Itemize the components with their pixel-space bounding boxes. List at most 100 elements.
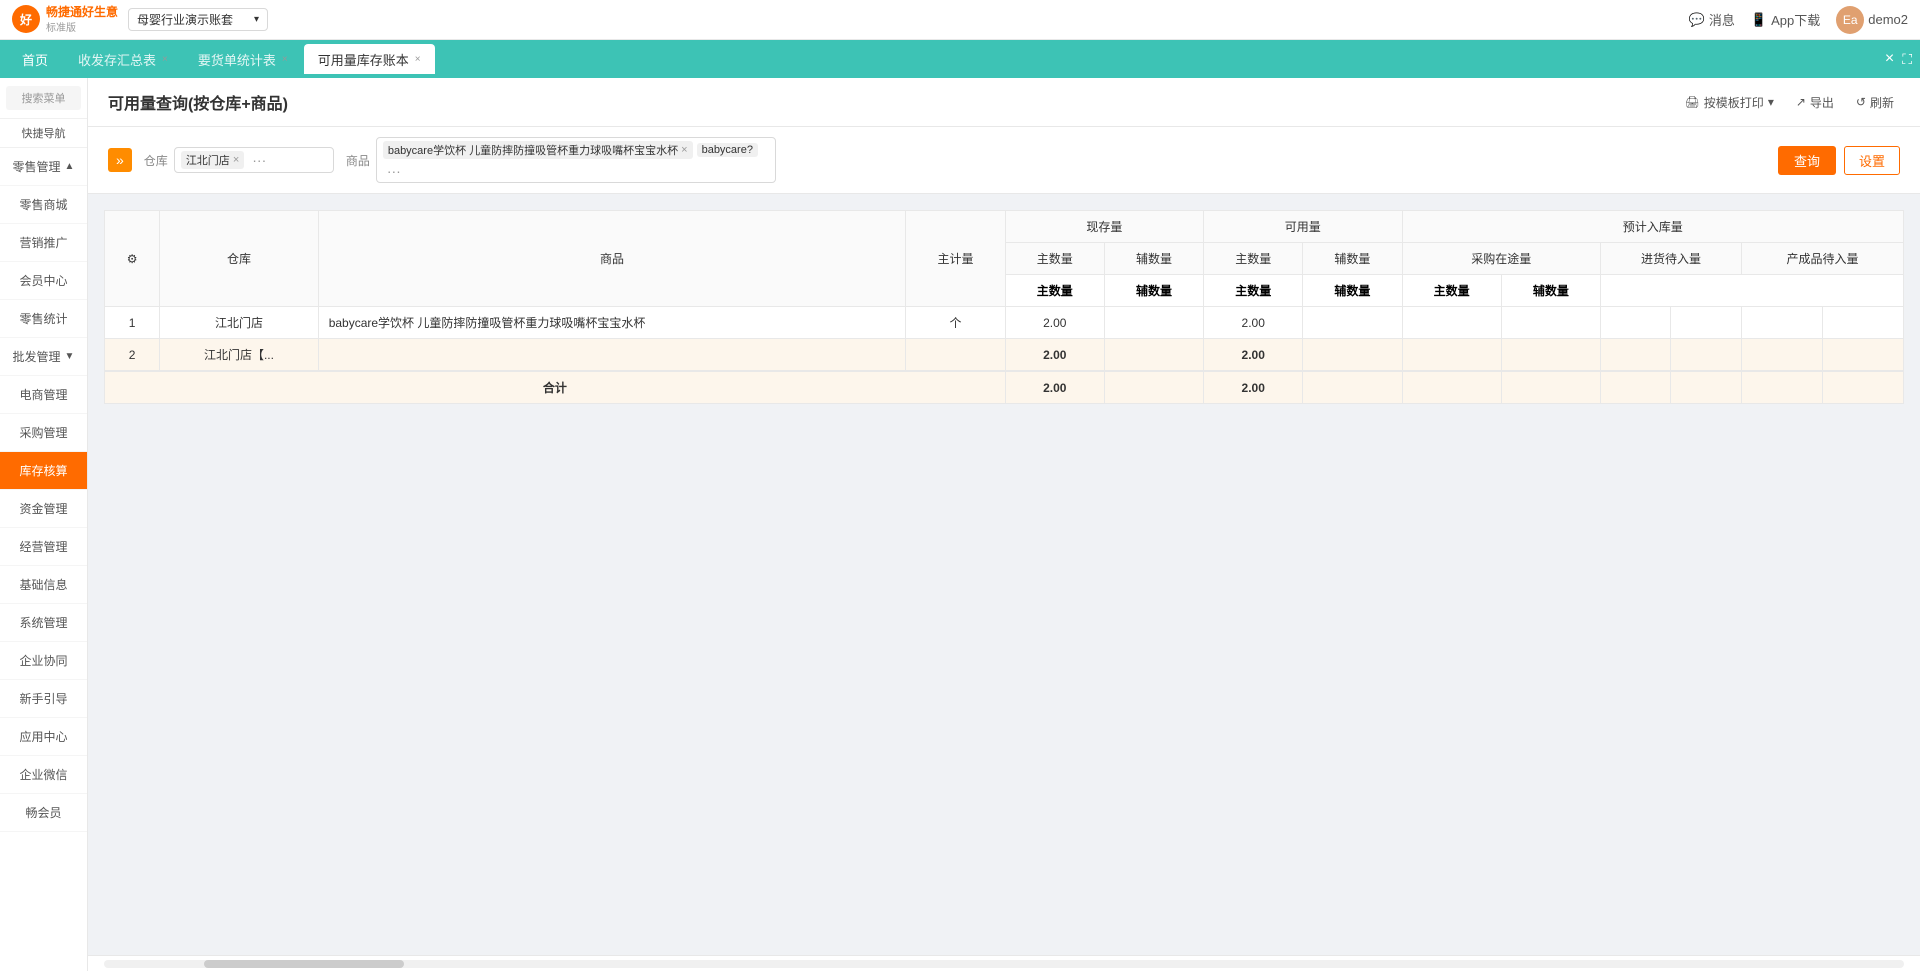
sidebar: 搜索菜单 快捷导航 零售管理 ▲ 零售商城 营销推广 会员中心 零售统计 批发管…: [0, 78, 88, 971]
row-fin-main-1: [1741, 307, 1822, 339]
filter-expand-button[interactable]: »: [108, 148, 132, 172]
sidebar-item-zero-mall[interactable]: 零售商城: [0, 186, 87, 224]
row-product-2: [318, 339, 906, 372]
tab-shoufayun-close[interactable]: ×: [162, 54, 168, 65]
sidebar-item-marketing[interactable]: 营销推广: [0, 224, 87, 262]
sidebar-item-inventory[interactable]: 库存核算: [0, 452, 87, 490]
sidebar-item-new-guide[interactable]: 新手引导: [0, 680, 87, 718]
tab-shoufayun[interactable]: 收发存汇总表 ×: [64, 44, 182, 74]
sidebar-item-enterprise-wx[interactable]: 企业微信: [0, 756, 87, 794]
product-tag-babycare2: babycare?: [697, 143, 758, 157]
product-more-button[interactable]: ···: [383, 163, 405, 179]
product-input[interactable]: babycare学饮杯 儿童防摔防撞吸管杯重力球吸嘴杯宝宝水杯 × babyca…: [376, 137, 776, 183]
row-pt-aux-1: [1501, 307, 1600, 339]
footer-pt-main: [1402, 371, 1501, 404]
refresh-label: 刷新: [1870, 94, 1894, 111]
row-pt-main-1: [1402, 307, 1501, 339]
footer-available-aux: [1303, 371, 1402, 404]
col-settings[interactable]: ⚙: [105, 211, 160, 307]
settings-button[interactable]: 设置: [1844, 146, 1900, 175]
tab-home-label: 首页: [22, 50, 48, 69]
sidebar-item-ecommerce[interactable]: 电商管理: [0, 376, 87, 414]
sidebar-item-finance[interactable]: 资金管理: [0, 490, 87, 528]
row-in-main-1: [1600, 307, 1670, 339]
row-pt-main-2: [1402, 339, 1501, 372]
template-print-button[interactable]: 🖨 按模板打印 ▾: [1679, 91, 1780, 114]
sidebar-item-basic-info[interactable]: 基础信息: [0, 566, 87, 604]
sidebar-item-zero-mall-label: 零售商城: [19, 196, 67, 213]
sidebar-item-enterprise[interactable]: 企业协同: [0, 642, 87, 680]
sidebar-search-area: 搜索菜单: [0, 78, 87, 119]
row-in-main-2: [1600, 339, 1670, 372]
tab-keyong[interactable]: 可用量库存账本 ×: [304, 44, 435, 74]
row-pt-aux-2: [1501, 339, 1600, 372]
product-tag-close[interactable]: ×: [681, 144, 687, 156]
quick-nav-button[interactable]: 快捷导航: [0, 119, 87, 148]
sidebar-item-app-center[interactable]: 应用中心: [0, 718, 87, 756]
export-label: 导出: [1810, 94, 1834, 111]
warehouse-filter-field: 仓库 江北门店 × ···: [144, 147, 334, 173]
filter-bar: » 仓库 江北门店 × ··· 商品 babycare学饮杯 儿童防摔防撞吸管杯…: [88, 127, 1920, 194]
page-header: 可用量查询(按仓库+商品) 🖨 按模板打印 ▾ ↗ 导出 ↺ 刷新: [88, 78, 1920, 127]
chevron-down-icon-print: ▾: [1768, 95, 1774, 109]
app-download-label: App下载: [1771, 10, 1820, 29]
app-icon: 📱: [1751, 12, 1767, 28]
warehouse-input[interactable]: 江北门店 × ···: [174, 147, 334, 173]
tab-yaohuo-close[interactable]: ×: [282, 54, 288, 65]
warehouse-more-button[interactable]: ···: [248, 152, 270, 168]
export-button[interactable]: ↗ 导出: [1790, 91, 1840, 114]
tab-keyong-close[interactable]: ×: [415, 54, 421, 65]
query-button[interactable]: 查询: [1778, 146, 1836, 175]
row-stock-aux-1: [1104, 307, 1203, 339]
sidebar-item-batch-mgmt[interactable]: 批发管理 ▼: [0, 338, 87, 376]
sidebar-item-member-plus-label: 畅会员: [25, 804, 61, 821]
col-in-main: 主数量: [1204, 275, 1303, 307]
col-in-aux: 辅数量: [1303, 275, 1402, 307]
industry-selector[interactable]: 母婴行业演示账套 ▾: [128, 8, 268, 31]
app-download-button[interactable]: 📱 App下载: [1751, 10, 1820, 29]
user-menu[interactable]: Ea demo2: [1836, 6, 1908, 34]
warehouse-label: 仓库: [144, 152, 168, 169]
chevron-down-icon-batch: ▼: [65, 351, 75, 362]
expand-button[interactable]: ⛶: [1902, 51, 1912, 68]
sidebar-item-member-plus[interactable]: 畅会员: [0, 794, 87, 832]
row-unit-1: 个: [906, 307, 1005, 339]
sidebar-item-operations-label: 经营管理: [19, 538, 67, 555]
col-fin-main: 主数量: [1402, 275, 1501, 307]
sidebar-item-new-guide-label: 新手引导: [19, 690, 67, 707]
col-warehouse: 仓库: [160, 211, 318, 307]
message-button[interactable]: 💬 消息: [1689, 10, 1735, 29]
table-row: 2 江北门店【... 2.00 2.00: [105, 339, 1904, 372]
product-tag2-label: babycare?: [702, 144, 753, 156]
sidebar-item-operations[interactable]: 经营管理: [0, 528, 87, 566]
sidebar-item-batch-mgmt-label: 批发管理: [13, 348, 61, 365]
refresh-button[interactable]: ↺ 刷新: [1850, 91, 1900, 114]
warehouse-tag-label: 江北门店: [186, 152, 230, 168]
close-all-tabs-button[interactable]: ×: [1885, 50, 1894, 68]
product-filter-field: 商品 babycare学饮杯 儿童防摔防撞吸管杯重力球吸嘴杯宝宝水杯 × bab…: [346, 137, 776, 183]
top-bar: 好 畅捷通好生意 标准版 母婴行业演示账套 ▾ 💬 消息 📱 App下载 Ea …: [0, 0, 1920, 40]
sidebar-item-member[interactable]: 会员中心: [0, 262, 87, 300]
sidebar-item-zero-sales[interactable]: 零售管理 ▲: [0, 148, 87, 186]
template-print-label: 按模板打印: [1704, 94, 1764, 111]
refresh-icon: ↺: [1856, 95, 1866, 109]
tab-yaohuo[interactable]: 要货单统计表 ×: [184, 44, 302, 74]
sidebar-item-purchase[interactable]: 采购管理: [0, 414, 87, 452]
col-predicted-group: 预计入库量: [1402, 211, 1903, 243]
scroll-track[interactable]: [104, 960, 1904, 968]
search-menu-button[interactable]: 搜索菜单: [6, 86, 81, 110]
chevron-down-icon: ▾: [254, 14, 259, 25]
product-label: 商品: [346, 152, 370, 169]
col-pt-aux: 辅数量: [1104, 275, 1203, 307]
warehouse-tag-close[interactable]: ×: [233, 154, 239, 166]
tab-home[interactable]: 首页: [8, 44, 62, 74]
col-unit: 主计量: [906, 211, 1005, 307]
scroll-thumb[interactable]: [204, 960, 404, 968]
sidebar-item-zero-stats[interactable]: 零售统计: [0, 300, 87, 338]
top-bar-left: 好 畅捷通好生意 标准版 母婴行业演示账套 ▾: [12, 5, 268, 34]
message-icon: 💬: [1689, 12, 1705, 28]
user-name: demo2: [1868, 12, 1908, 27]
print-icon: 🖨: [1685, 95, 1700, 109]
sidebar-item-sys-mgmt[interactable]: 系统管理: [0, 604, 87, 642]
logo-main-text: 畅捷通好生意: [46, 5, 118, 19]
